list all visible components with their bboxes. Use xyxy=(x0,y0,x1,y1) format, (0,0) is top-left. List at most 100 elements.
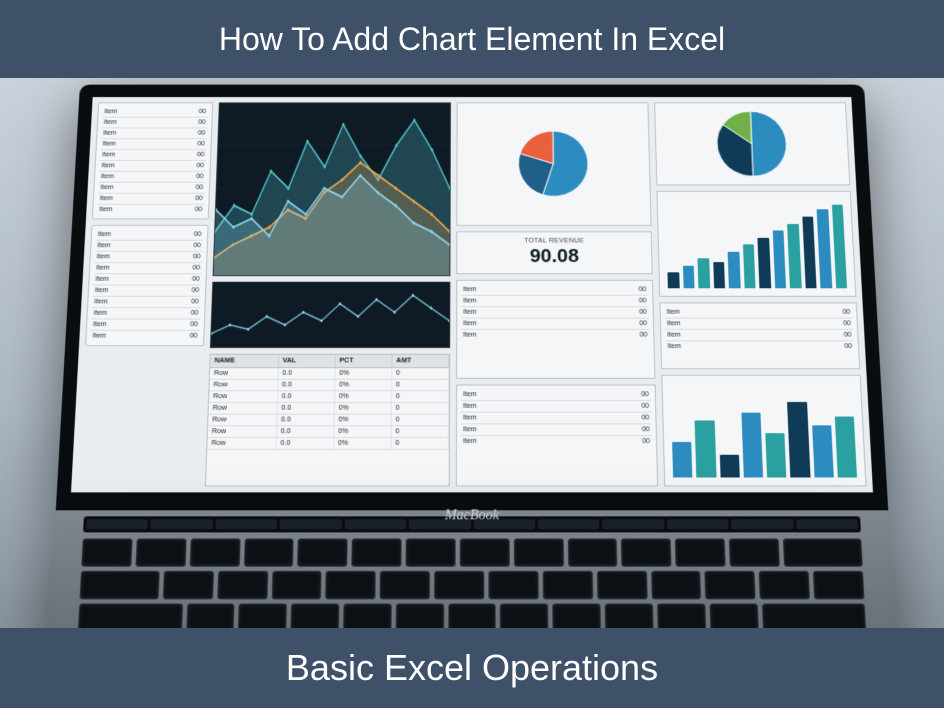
list-item: Item00 xyxy=(461,436,652,447)
list-item: Item00 xyxy=(461,389,651,401)
keyboard-key xyxy=(352,538,402,566)
list-item: Item00 xyxy=(93,274,202,285)
bar xyxy=(787,402,810,478)
bar xyxy=(787,224,801,289)
keyboard-key xyxy=(709,603,758,628)
list-item: Item00 xyxy=(461,413,652,425)
laptop-screen-frame: Item00Item00Item00Item00Item00Item00Item… xyxy=(56,85,888,511)
list-item: Item00 xyxy=(102,118,208,129)
list-item: Item00 xyxy=(99,172,206,183)
list-item: Item00 xyxy=(461,319,649,330)
table-row: Row0.00%0 xyxy=(209,391,449,403)
keyboard-key xyxy=(434,571,484,600)
pie-chart-2 xyxy=(654,102,850,185)
laptop-screen: Item00Item00Item00Item00Item00Item00Item… xyxy=(71,97,873,492)
bar xyxy=(812,426,834,478)
list-item: Item00 xyxy=(461,424,652,436)
keyboard-key xyxy=(343,603,392,628)
bar xyxy=(697,258,709,288)
keyboard-key xyxy=(80,571,160,600)
bar xyxy=(772,231,786,289)
keyboard-key xyxy=(163,571,214,600)
list-item: Item00 xyxy=(665,330,854,341)
table-row: Row0.00%0 xyxy=(207,438,449,450)
list-item: Item00 xyxy=(94,263,202,274)
bar xyxy=(802,217,817,289)
table-row: Row0.00%0 xyxy=(209,402,449,414)
list-item: Item00 xyxy=(102,107,208,118)
keyboard xyxy=(74,538,870,628)
pie-chart-1 xyxy=(456,102,651,226)
keyboard-key xyxy=(552,603,601,628)
bar xyxy=(713,262,725,288)
bar xyxy=(831,204,847,288)
kpi-panel: TOTAL REVENUE 90.08 xyxy=(456,232,652,275)
keyboard-key xyxy=(380,571,430,600)
table-row: Row0.00%0 xyxy=(209,379,449,391)
keyboard-key xyxy=(78,603,183,628)
table-row: Row0.00%0 xyxy=(210,368,449,380)
keyboard-key xyxy=(761,603,866,628)
keyboard-key xyxy=(217,571,268,600)
bar xyxy=(682,266,694,289)
list-item: Item00 xyxy=(97,205,205,215)
footer-banner: Basic Excel Operations xyxy=(0,628,944,708)
bar xyxy=(672,442,692,477)
list-item: Item00 xyxy=(95,241,203,252)
keyboard-key xyxy=(488,571,538,600)
sidebar-panel-top: Item00Item00Item00Item00Item00Item00Item… xyxy=(92,102,213,219)
small-list-panel-2: Item00Item00Item00Item00Item00 xyxy=(456,385,658,487)
keyboard-key xyxy=(448,603,496,628)
laptop: Item00Item00Item00Item00Item00Item00Item… xyxy=(42,85,901,628)
list-item: Item00 xyxy=(94,252,202,263)
bar xyxy=(741,413,763,478)
keyboard-key xyxy=(135,538,186,566)
keyboard-key xyxy=(186,603,235,628)
keyboard-key xyxy=(514,538,564,566)
list-item: Item00 xyxy=(92,297,201,308)
list-item: Item00 xyxy=(98,183,205,194)
list-item: Item00 xyxy=(90,331,199,341)
list-item: Item00 xyxy=(91,319,200,330)
table-row: Row0.00%0 xyxy=(208,426,449,438)
keyboard-key xyxy=(81,538,132,566)
list-item: Item00 xyxy=(461,330,649,340)
keyboard-key xyxy=(406,538,456,566)
keyboard-key xyxy=(705,571,756,600)
list-item: Item00 xyxy=(100,150,207,161)
keyboard-key xyxy=(759,571,810,600)
keyboard-key xyxy=(605,603,654,628)
keyboard-key xyxy=(621,538,672,566)
data-table: NAMEVALPCTAMT Row0.00%0Row0.00%0Row0.00%… xyxy=(205,353,450,486)
keyboard-key xyxy=(291,603,340,628)
list-item: Item00 xyxy=(100,139,207,150)
sparkline-chart xyxy=(210,282,450,348)
list-item: Item00 xyxy=(101,128,207,139)
kpi-value: 90.08 xyxy=(463,246,646,267)
bar-chart-1 xyxy=(656,191,856,297)
bar xyxy=(765,433,786,478)
small-list-panel-1: Item00Item00Item00Item00Item00 xyxy=(456,280,655,379)
table-header: NAMEVALPCTAMT xyxy=(210,354,449,367)
list-item: Item00 xyxy=(665,342,854,353)
right-column-1: TOTAL REVENUE 90.08 Item00Item00Item00It… xyxy=(456,102,658,486)
keyboard-key xyxy=(675,538,726,566)
keyboard-key xyxy=(567,538,617,566)
keyboard-key xyxy=(542,571,592,600)
keyboard-key xyxy=(271,571,322,600)
keyboard-key xyxy=(297,538,347,566)
sidebar-panel-bottom: Item00Item00Item00Item00Item00Item00Item… xyxy=(85,225,209,346)
keyboard-key xyxy=(243,538,294,566)
footer-title: Basic Excel Operations xyxy=(286,647,658,689)
list-item: Item00 xyxy=(665,319,853,330)
list-item: Item00 xyxy=(96,230,204,241)
keyboard-key xyxy=(326,571,377,600)
keyboard-key xyxy=(657,603,706,628)
keyboard-key xyxy=(500,603,548,628)
right-column-2: Item00Item00Item00Item00 xyxy=(654,102,866,486)
table-row: Row0.00%0 xyxy=(208,414,449,426)
list-item: Item00 xyxy=(461,307,649,318)
bar xyxy=(667,273,679,289)
list-item: Item00 xyxy=(93,285,202,296)
bar xyxy=(719,455,739,477)
